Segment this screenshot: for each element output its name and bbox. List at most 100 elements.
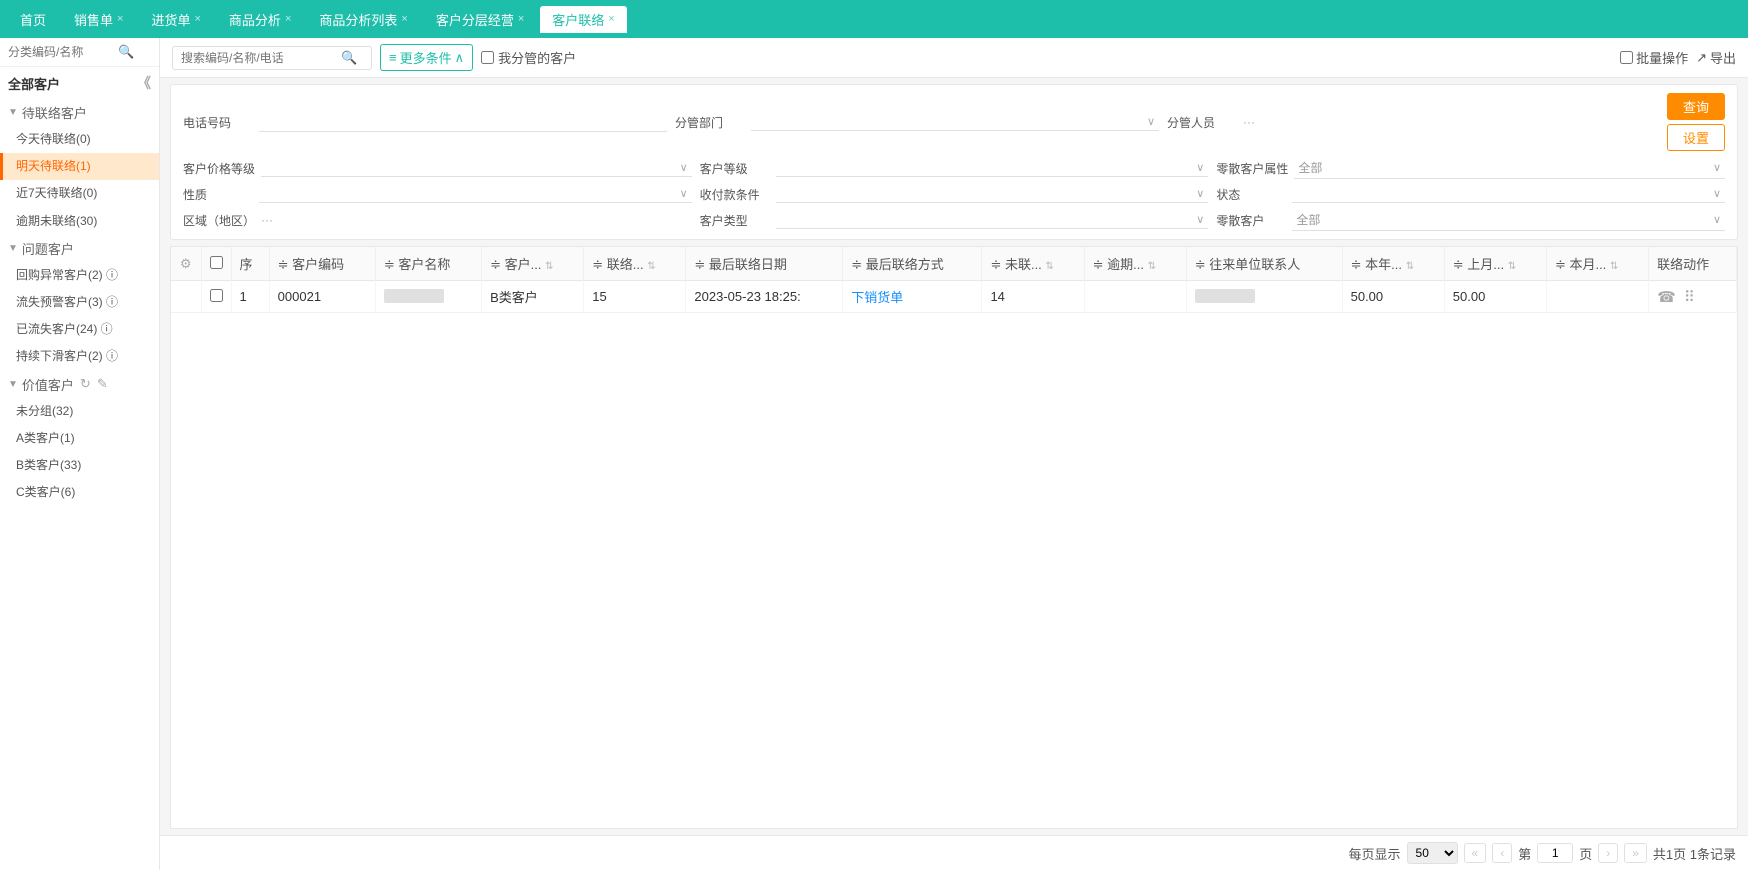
filter-dept-arrow: ∨ [1147,115,1155,128]
nav-tab-sales[interactable]: 销售单 × [62,6,135,33]
col-this-month[interactable]: ≑ 本月... ⇅ [1546,247,1648,281]
search-input[interactable] [181,51,341,65]
my-customers-checkbox[interactable] [481,51,494,64]
filter-phone-input[interactable] [259,113,667,132]
prev-page-btn[interactable]: ‹ [1492,843,1512,863]
page-input[interactable] [1537,843,1573,863]
filter-status-arrow: ∨ [1713,187,1721,200]
first-page-btn[interactable]: « [1464,843,1487,863]
last-page-btn[interactable]: » [1624,843,1647,863]
batch-op-checkbox[interactable] [1620,51,1633,64]
filter-nature-select[interactable]: ∨ [259,185,692,203]
nav-tab-customer-tier[interactable]: 客户分层经营 × [424,6,536,33]
col-this-year[interactable]: ≑ 本年... ⇅ [1342,247,1444,281]
search-button[interactable]: 🔍 [341,50,357,66]
toolbar-right: 批量操作 ↗ 导出 [1620,48,1736,67]
sidebar-item-class-c[interactable]: C类客户(6) [0,479,159,506]
col-last-month[interactable]: ≑ 上月... ⇅ [1444,247,1546,281]
filter-customer-type-arrow: ∨ [1196,213,1204,226]
sidebar-item-today[interactable]: 今天待联络(0) [0,126,159,153]
sidebar-all-customers[interactable]: 全部客户 《 [0,67,159,99]
filter-status-label: 状态 [1216,186,1286,203]
sidebar-item-churn-warning[interactable]: 流失预警客户(3) ⓘ [0,289,159,316]
close-analysis-list-tab[interactable]: × [401,13,407,25]
filter-retail-customer: 零散客户 全部 ∨ [1216,209,1725,231]
col-last-contact-date[interactable]: ≑ 最后联络日期 [686,247,843,281]
col-name[interactable]: ≑ 客户名称 [375,247,481,281]
refresh-value-icon[interactable]: ↻ [80,376,91,392]
filter-phone-label: 电话号码 [183,114,253,131]
col-type[interactable]: ≑ 客户... ⇅ [482,247,584,281]
sidebar-item-tomorrow[interactable]: 明天待联络(1) [0,153,159,180]
close-analysis-tab[interactable]: × [285,13,291,25]
filter-row-1: 电话号码 分管部门 ∨ 分管人员 ··· 查询 设置 [183,93,1725,151]
more-action-icon[interactable]: ⠿ [1684,288,1695,306]
nav-home[interactable]: 首页 [8,6,58,33]
sidebar-group-problem: ▼ 问题客户 [0,235,159,262]
sidebar-item-overdue[interactable]: 逾期未联络(30) [0,208,159,235]
filter-manager-dots[interactable]: ··· [1243,115,1255,129]
sidebar-item-churned[interactable]: 已流失客户(24) ⓘ [0,316,159,343]
filter-customer-type-label: 客户类型 [700,212,770,229]
expand-problem-icon[interactable]: ▼ [8,243,18,254]
close-customer-contact-tab[interactable]: × [608,13,614,25]
sidebar-item-class-a[interactable]: A类客户(1) [0,425,159,452]
close-sales-tab[interactable]: × [117,13,123,25]
filter-status-select[interactable]: ∨ [1292,185,1725,203]
row-check[interactable] [201,281,231,313]
query-button[interactable]: 查询 [1667,93,1725,120]
check-all-checkbox[interactable] [210,256,223,269]
sidebar-item-ungroup[interactable]: 未分组(32) [0,398,159,425]
row-code[interactable]: 000021 [269,281,375,313]
my-customers-checkbox-label[interactable]: 我分管的客户 [481,48,576,67]
col-check-all[interactable] [201,247,231,281]
next-page-btn[interactable]: › [1598,843,1618,863]
nav-tab-analysis-list[interactable]: 商品分析列表 × [307,6,419,33]
filter-nature-label: 性质 [183,186,253,203]
expand-pending-icon[interactable]: ▼ [8,107,18,118]
edit-value-icon[interactable]: ✎ [97,376,108,392]
call-action-icon[interactable]: ☎ [1657,288,1676,306]
row-not-contacted: 14 [982,281,1084,313]
nav-tab-customer-contact[interactable]: 客户联络 × [540,6,626,33]
row-checkbox[interactable] [210,289,223,302]
sidebar-item-declining[interactable]: 持续下滑客户(2) ⓘ [0,343,159,370]
last-method-link[interactable]: 下销货单 [851,290,903,305]
close-purchase-tab[interactable]: × [194,13,200,25]
col-contact[interactable]: ≑ 联络... ⇅ [584,247,686,281]
filter-retail-customer-select[interactable]: 全部 ∨ [1292,209,1725,231]
filter-customer-type-select[interactable]: ∨ [776,211,1209,229]
expand-value-icon[interactable]: ▼ [8,379,18,390]
row-contact: 15 [584,281,686,313]
content-area: 🔍 ≡ 更多条件 ∧ 我分管的客户 批量操作 ↗ 导出 [160,38,1748,870]
filter-customer-level-select[interactable]: ∨ [776,159,1209,177]
filter-region-dots[interactable]: ··· [261,213,273,227]
col-settings[interactable]: ⚙ [171,247,201,281]
filter-more-btn[interactable]: ≡ 更多条件 ∧ [380,44,473,71]
settings-button[interactable]: 设置 [1667,124,1725,151]
row-last-month: 50.00 [1444,281,1546,313]
sidebar-item-7days[interactable]: 近7天待联络(0) [0,180,159,207]
col-not-contacted[interactable]: ≑ 未联... ⇅ [982,247,1084,281]
col-overdue[interactable]: ≑ 逾期... ⇅ [1084,247,1186,281]
row-last-method[interactable]: 下销货单 [843,281,982,313]
sidebar-search-icon[interactable]: 🔍 [118,44,134,60]
batch-op-btn[interactable]: 批量操作 [1620,48,1688,67]
filter-status: 状态 ∨ [1216,185,1725,203]
close-customer-tier-tab[interactable]: × [518,13,524,25]
nav-tab-purchase[interactable]: 进货单 × [139,6,212,33]
sidebar-item-class-b[interactable]: B类客户(33) [0,452,159,479]
col-last-contact-method[interactable]: ≑ 最后联络方式 [843,247,982,281]
filter-dept-select[interactable]: ∨ [751,113,1159,131]
sidebar-search-input[interactable] [8,45,118,59]
sidebar-item-repurchase-abnormal[interactable]: 回购异常客户(2) ⓘ [0,262,159,289]
export-btn[interactable]: ↗ 导出 [1696,48,1736,67]
sidebar-collapse-icon[interactable]: 《 [137,73,151,93]
filter-price-level-select[interactable]: ∨ [261,159,692,177]
per-page-select[interactable]: 50 100 200 [1407,842,1458,864]
filter-retail-attr-select[interactable]: 全部 ∨ [1294,157,1725,179]
filter-payment-select[interactable]: ∨ [776,185,1209,203]
col-code[interactable]: ≑ 客户编码 [269,247,375,281]
nav-tab-analysis[interactable]: 商品分析 × [217,6,303,33]
col-past-contacts[interactable]: ≑ 往来单位联系人 [1186,247,1342,281]
